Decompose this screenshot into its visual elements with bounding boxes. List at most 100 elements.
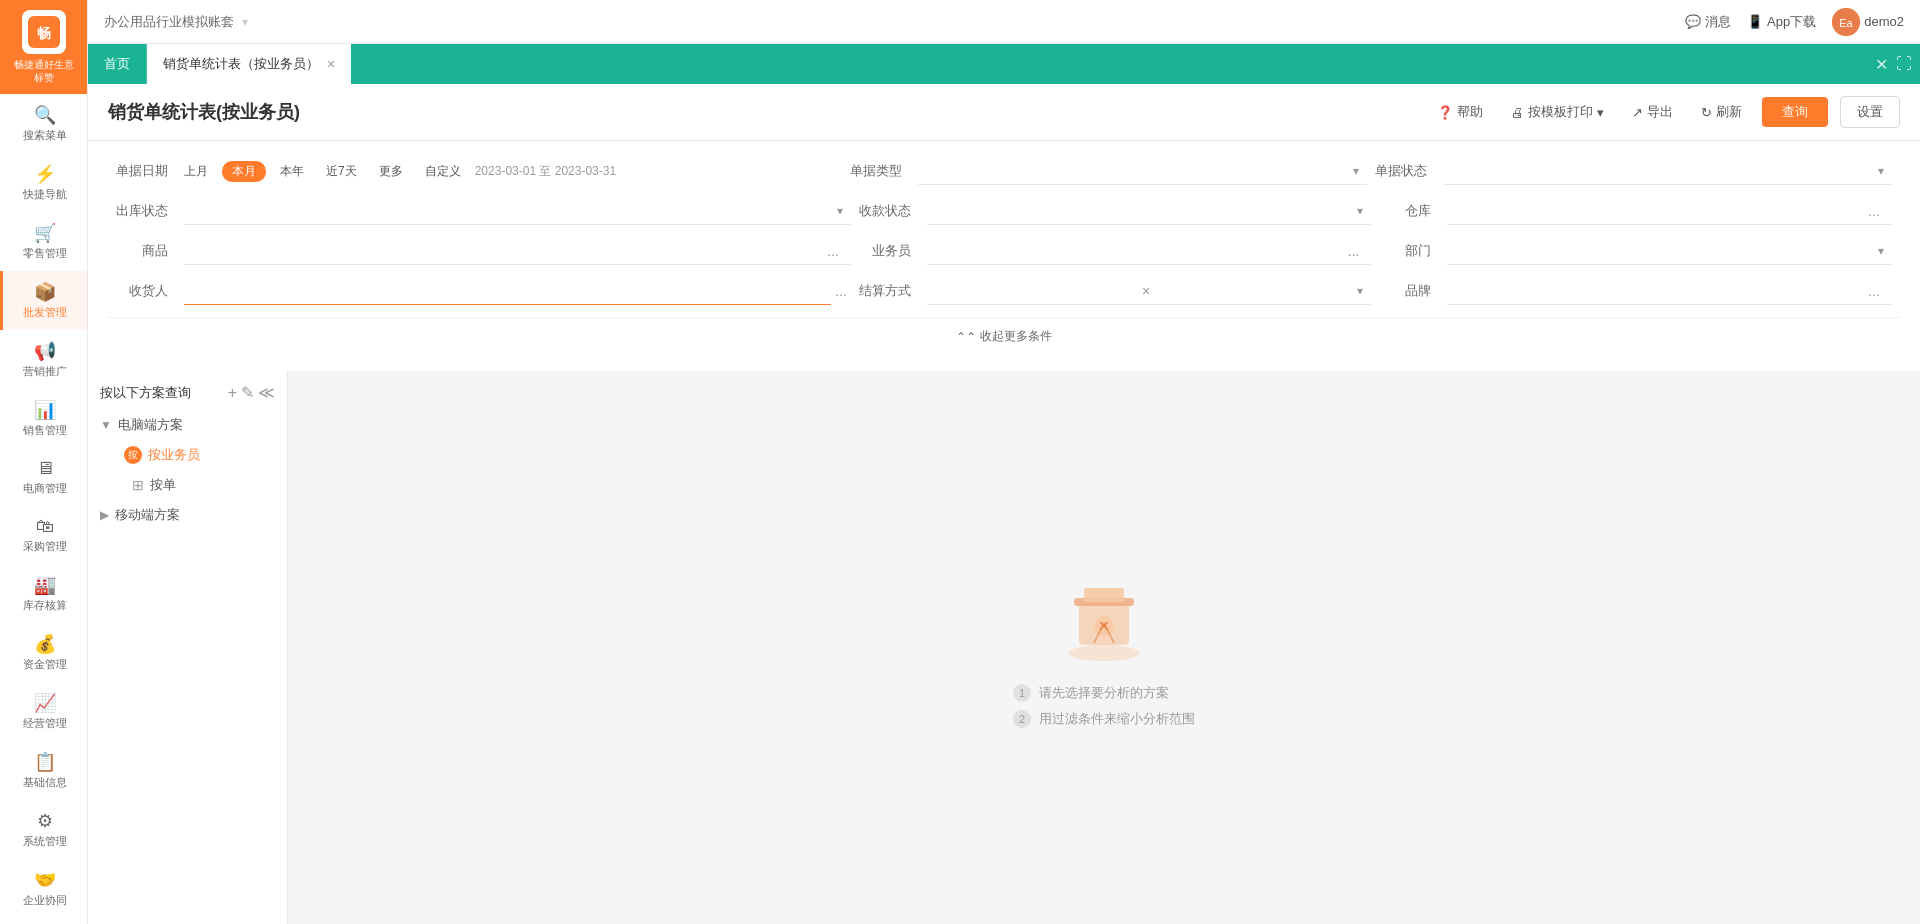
empty-state: ✕ 1 请先选择要分析的方案 2 用过滤条件来缩小分析范围 (1013, 568, 1195, 728)
sidebar-item-quicknav[interactable]: ⚡ 快捷导航 (0, 153, 87, 212)
query-button[interactable]: 查询 (1762, 97, 1828, 127)
hint-num-2: 2 (1013, 710, 1031, 728)
salesperson-dots: ... (1344, 243, 1364, 259)
salesperson-label: 业务员 (859, 242, 919, 260)
sidebar-item-inventory[interactable]: 🏭 库存核算 (0, 564, 87, 623)
scheme-collapse-icon[interactable]: ≪ (258, 383, 275, 402)
scheme-edit-icon[interactable]: ✎ (241, 383, 254, 402)
settlement-clear-icon[interactable]: × (1138, 283, 1154, 299)
sidebar-item-search[interactable]: 🔍 搜索菜单 (0, 94, 87, 153)
consignee-control: ... (176, 277, 859, 305)
date-group: 上月 本月 本年 近7天 更多 自定义 2023-03-01 至 2023-03… (176, 161, 850, 182)
message-icon: 💬 (1685, 14, 1701, 29)
sidebar-item-marketing[interactable]: 📢 营销推广 (0, 330, 87, 389)
app-download-label: App下载 (1767, 13, 1816, 31)
app-download-button[interactable]: 📱 App下载 (1747, 13, 1816, 31)
help-button[interactable]: ❓ 帮助 (1429, 99, 1491, 125)
message-button[interactable]: 💬 消息 (1685, 13, 1731, 31)
enterprise-icon: 🤝 (34, 869, 56, 891)
tab-maximize-button[interactable]: ⛶ (1896, 55, 1912, 73)
last7-btn[interactable]: 近7天 (318, 161, 365, 182)
doc-status-select[interactable]: ▾ (1443, 157, 1892, 185)
tab-home[interactable]: 首页 (88, 44, 147, 84)
hint-num-1: 1 (1013, 684, 1031, 702)
refresh-label: 刷新 (1716, 103, 1742, 121)
page-header: 销货单统计表(按业务员) ❓ 帮助 🖨 按模板打印 ▾ ↗ 导出 ↻ 刷新 (88, 84, 1920, 141)
doc-type-arrow-icon: ▾ (1353, 164, 1359, 178)
hint-text-2: 用过滤条件来缩小分析范围 (1039, 710, 1195, 728)
payment-status-select[interactable]: ▾ (927, 197, 1372, 225)
goods-select[interactable]: ... (184, 237, 851, 265)
last-month-btn[interactable]: 上月 (176, 161, 216, 182)
empty-hint-2: 2 用过滤条件来缩小分析范围 (1013, 710, 1195, 728)
scheme-mobile-group-item[interactable]: ▶ 移动端方案 (88, 500, 287, 530)
page-title: 销货单统计表(按业务员) (108, 100, 300, 124)
stock-status-select[interactable]: ▾ (184, 197, 851, 225)
brand-select[interactable]: ... (1447, 277, 1892, 305)
sidebar-item-newbie[interactable]: 🎯 新手引导 (0, 918, 87, 924)
sales-icon: 📊 (34, 399, 56, 421)
tab-sales-stats[interactable]: 销货单统计表（按业务员） × (147, 44, 351, 84)
sub-item-label2: 按单 (150, 476, 176, 494)
export-icon: ↗ (1632, 105, 1643, 120)
collapse-button[interactable]: ⌃⌃ 收起更多条件 (944, 326, 1064, 347)
sidebar-item-system[interactable]: ⚙ 系统管理 (0, 800, 87, 859)
purchase-icon: 🛍 (36, 516, 54, 537)
sidebar-item-sales[interactable]: 📊 销售管理 (0, 389, 87, 448)
custom-btn[interactable]: 自定义 (417, 161, 469, 182)
scheme-header-title: 按以下方案查询 (100, 384, 191, 402)
sidebar-item-finance[interactable]: 💰 资金管理 (0, 623, 87, 682)
collapse-bar: ⌃⌃ 收起更多条件 (108, 317, 1900, 355)
marketing-icon: 📢 (34, 340, 56, 362)
department-select[interactable]: ▾ (1447, 237, 1892, 265)
scheme-sub-item-salesperson[interactable]: 按 按业务员 (112, 440, 287, 470)
collapse-up-icon: ⌃⌃ (956, 330, 976, 344)
pc-scheme-label: 电脑端方案 (118, 416, 183, 434)
sidebar-item-retail[interactable]: 🛒 零售管理 (0, 212, 87, 271)
brand-dots: ... (1864, 283, 1884, 299)
sidebar-item-ecommerce[interactable]: 🖥 电商管理 (0, 448, 87, 506)
stock-status-arrow-icon: ▾ (837, 204, 843, 218)
scheme-add-icon[interactable]: + (228, 384, 237, 402)
sidebar-item-enterprise[interactable]: 🤝 企业协同 (0, 859, 87, 918)
tab-close-window-button[interactable]: ✕ (1875, 55, 1888, 74)
sidebar-item-purchase[interactable]: 🛍 采购管理 (0, 506, 87, 564)
salesperson-select[interactable]: ... (927, 237, 1372, 265)
sidebar-item-label: 基础信息 (23, 775, 67, 790)
print-button[interactable]: 🖨 按模板打印 ▾ (1503, 99, 1612, 125)
sidebar-item-management[interactable]: 📈 经营管理 (0, 682, 87, 741)
help-icon: ❓ (1437, 105, 1453, 120)
consignee-input[interactable] (184, 277, 831, 305)
tab-close-icon[interactable]: × (327, 56, 335, 72)
settings-button[interactable]: 设置 (1840, 96, 1900, 128)
settlement-select[interactable]: × ▾ (927, 277, 1372, 305)
refresh-button[interactable]: ↻ 刷新 (1693, 99, 1750, 125)
sidebar-item-label: 企业协同 (23, 893, 67, 908)
sidebar-item-basic[interactable]: 📋 基础信息 (0, 741, 87, 800)
export-button[interactable]: ↗ 导出 (1624, 99, 1681, 125)
scheme-panel: 按以下方案查询 + ✎ ≪ ▼ 电脑端方案 按 按 (88, 371, 288, 924)
brand-control: ... (1439, 277, 1900, 305)
user-menu[interactable]: Ea demo2 (1832, 8, 1904, 36)
more-btn[interactable]: 更多 (371, 161, 411, 182)
retail-icon: 🛒 (34, 222, 56, 244)
settlement-control: × ▾ (919, 277, 1380, 305)
this-month-btn[interactable]: 本月 (222, 161, 266, 182)
sidebar-item-wholesale[interactable]: 📦 批发管理 (0, 271, 87, 330)
scheme-pc-group-item[interactable]: ▼ 电脑端方案 (88, 410, 287, 440)
warehouse-label: 仓库 (1379, 202, 1439, 220)
filter-panel: 单据日期 上月 本月 本年 近7天 更多 自定义 2023-03-01 至 20… (88, 141, 1920, 371)
warehouse-select[interactable]: ... (1447, 197, 1892, 225)
finance-icon: 💰 (34, 633, 56, 655)
pc-expand-icon: ▼ (100, 418, 112, 432)
mobile-scheme-label: 移动端方案 (115, 506, 180, 524)
scheme-sub-item-doc[interactable]: ⊞ 按单 (112, 470, 287, 500)
doc-type-select[interactable]: ▾ (918, 157, 1367, 185)
sidebar: 畅 畅捷通好生意 标赞 🔍 搜索菜单 ⚡ 快捷导航 🛒 零售管理 📦 批发管理 … (0, 0, 88, 924)
doc-status-arrow-icon: ▾ (1878, 164, 1884, 178)
department-arrow-icon: ▾ (1878, 244, 1884, 258)
this-year-btn[interactable]: 本年 (272, 161, 312, 182)
sidebar-item-label: 快捷导航 (23, 187, 67, 202)
quicknav-icon: ⚡ (34, 163, 56, 185)
scheme-pc-group: ▼ 电脑端方案 按 按业务员 ⊞ 按单 (88, 410, 287, 500)
